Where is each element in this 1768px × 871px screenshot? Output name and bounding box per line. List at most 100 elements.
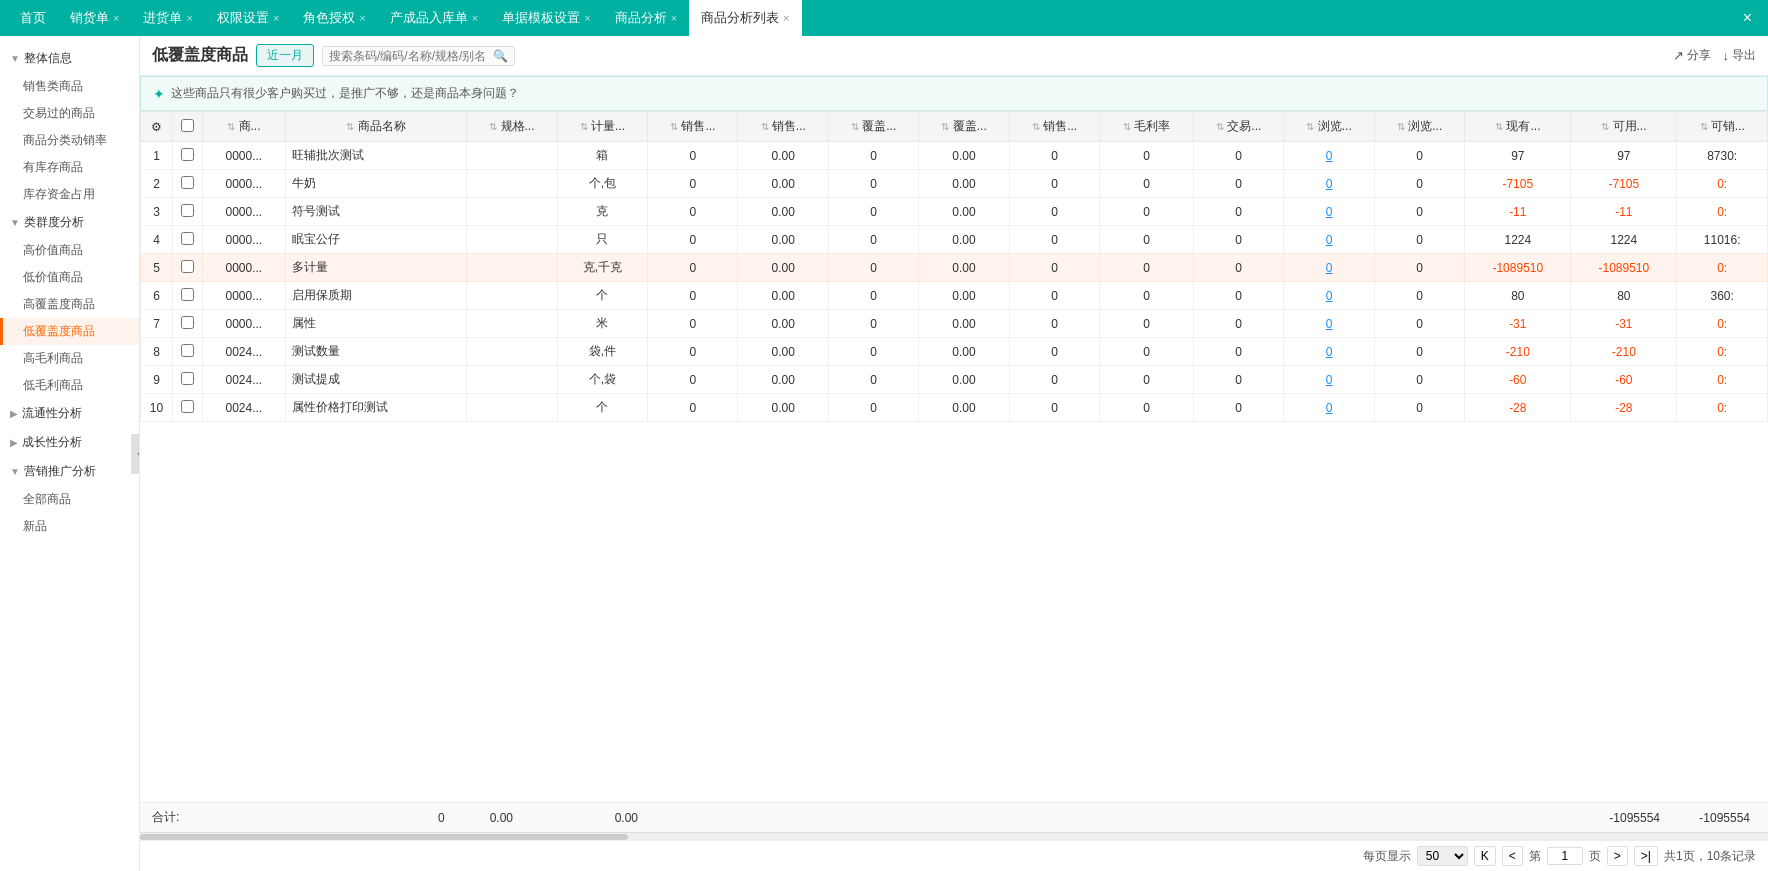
cell-trade: 0 <box>1193 310 1283 338</box>
sidebar-item-high-coverage[interactable]: 高覆盖度商品 <box>0 291 139 318</box>
row-checkbox[interactable] <box>181 316 194 329</box>
export-button[interactable]: ↓ 导出 <box>1723 47 1757 64</box>
cell-browse1[interactable]: 0 <box>1284 282 1374 310</box>
cell-browse1[interactable]: 0 <box>1284 170 1374 198</box>
th-settings[interactable]: ⚙ <box>141 112 173 142</box>
time-filter-button[interactable]: 近一月 <box>256 44 314 67</box>
sidebar-item-category-rate[interactable]: 商品分类动销率 <box>0 127 139 154</box>
th-browse1[interactable]: ⇅ 浏览... <box>1284 112 1374 142</box>
horizontal-scrollbar[interactable] <box>140 832 1768 840</box>
sidebar-item-low-value[interactable]: 低价值商品 <box>0 264 139 291</box>
cell-checkbox[interactable] <box>173 170 203 198</box>
nav-goods-list-close[interactable]: × <box>783 12 789 24</box>
nav-sales-order[interactable]: 销货单 × <box>58 0 131 36</box>
th-sales3[interactable]: ⇅ 销售... <box>1009 112 1099 142</box>
th-sales1[interactable]: ⇅ 销售... <box>648 112 738 142</box>
sidebar-collapse-button[interactable]: « <box>131 434 140 474</box>
th-code[interactable]: ⇅ 商... <box>203 112 286 142</box>
cell-browse1[interactable]: 0 <box>1284 142 1374 170</box>
th-spec[interactable]: ⇅ 规格... <box>467 112 557 142</box>
sidebar-item-new-goods[interactable]: 新品 <box>0 513 139 540</box>
nav-role-close[interactable]: × <box>359 12 365 24</box>
row-checkbox[interactable] <box>181 204 194 217</box>
cell-browse1[interactable]: 0 <box>1284 226 1374 254</box>
cell-checkbox[interactable] <box>173 282 203 310</box>
share-button[interactable]: ↗ 分享 <box>1673 47 1711 64</box>
last-page-button[interactable]: >| <box>1634 846 1658 866</box>
sidebar-section-marketing[interactable]: ▼ 营销推广分析 <box>0 457 139 486</box>
sidebar-item-traded-goods[interactable]: 交易过的商品 <box>0 100 139 127</box>
nav-sales-close[interactable]: × <box>113 12 119 24</box>
sidebar-section-cluster[interactable]: ▼ 类群度分析 <box>0 208 139 237</box>
nav-goods-analysis-close[interactable]: × <box>671 12 677 24</box>
cell-browse1[interactable]: 0 <box>1284 198 1374 226</box>
cell-sales1: 0 <box>648 394 738 422</box>
row-checkbox[interactable] <box>181 176 194 189</box>
cell-checkbox[interactable] <box>173 198 203 226</box>
sidebar-item-stock-capital[interactable]: 库存资金占用 <box>0 181 139 208</box>
cell-checkbox[interactable] <box>173 338 203 366</box>
th-trade[interactable]: ⇅ 交易... <box>1193 112 1283 142</box>
sidebar-section-overall[interactable]: ▼ 整体信息 <box>0 44 139 73</box>
nav-template-settings[interactable]: 单据模板设置 × <box>490 0 602 36</box>
next-page-button[interactable]: > <box>1607 846 1628 866</box>
cell-checkbox[interactable] <box>173 254 203 282</box>
th-stock3[interactable]: ⇅ 可销... <box>1677 112 1768 142</box>
sidebar-item-all-goods[interactable]: 全部商品 <box>0 486 139 513</box>
search-input[interactable] <box>329 49 489 63</box>
sidebar-item-low-margin[interactable]: 低毛利商品 <box>0 372 139 399</box>
row-checkbox[interactable] <box>181 344 194 357</box>
th-cover2[interactable]: ⇅ 覆盖... <box>919 112 1009 142</box>
window-close-button[interactable]: × <box>1735 9 1760 27</box>
nav-goods-analysis-list[interactable]: 商品分析列表 × <box>689 0 801 36</box>
nav-template-close[interactable]: × <box>584 12 590 24</box>
nav-purchase-order[interactable]: 进货单 × <box>131 0 204 36</box>
th-stock2[interactable]: ⇅ 可用... <box>1571 112 1677 142</box>
nav-product-close[interactable]: × <box>472 12 478 24</box>
th-unit[interactable]: ⇅ 计量... <box>557 112 647 142</box>
nav-home[interactable]: 首页 <box>8 0 58 36</box>
search-icon[interactable]: 🔍 <box>493 49 508 63</box>
th-cover1[interactable]: ⇅ 覆盖... <box>828 112 918 142</box>
sidebar-item-sales-goods[interactable]: 销售类商品 <box>0 73 139 100</box>
cell-checkbox[interactable] <box>173 310 203 338</box>
row-checkbox[interactable] <box>181 232 194 245</box>
select-all-checkbox[interactable] <box>181 119 194 132</box>
prev-page-button[interactable]: < <box>1502 846 1523 866</box>
cell-browse1[interactable]: 0 <box>1284 366 1374 394</box>
th-sales2[interactable]: ⇅ 销售... <box>738 112 828 142</box>
sidebar-item-high-margin[interactable]: 高毛利商品 <box>0 345 139 372</box>
cell-browse1[interactable]: 0 <box>1284 254 1374 282</box>
sidebar-item-in-stock[interactable]: 有库存商品 <box>0 154 139 181</box>
sidebar-section-growth[interactable]: ▶ 成长性分析 <box>0 428 139 457</box>
nav-purchase-close[interactable]: × <box>186 12 192 24</box>
sidebar-item-high-value[interactable]: 高价值商品 <box>0 237 139 264</box>
th-gross[interactable]: ⇅ 毛利率 <box>1100 112 1194 142</box>
cell-checkbox[interactable] <box>173 226 203 254</box>
row-checkbox[interactable] <box>181 372 194 385</box>
nav-role-auth[interactable]: 角色授权 × <box>291 0 377 36</box>
th-stock1[interactable]: ⇅ 现有... <box>1465 112 1571 142</box>
page-number-input[interactable] <box>1547 847 1583 865</box>
cell-browse1[interactable]: 0 <box>1284 310 1374 338</box>
th-browse2[interactable]: ⇅ 浏览... <box>1374 112 1464 142</box>
row-checkbox[interactable] <box>181 260 194 273</box>
cell-checkbox[interactable] <box>173 366 203 394</box>
row-checkbox[interactable] <box>181 400 194 413</box>
th-checkbox[interactable] <box>173 112 203 142</box>
cell-browse1[interactable]: 0 <box>1284 394 1374 422</box>
sidebar-item-low-coverage[interactable]: 低覆盖度商品 <box>0 318 139 345</box>
cell-checkbox[interactable] <box>173 394 203 422</box>
cell-checkbox[interactable] <box>173 142 203 170</box>
first-page-button[interactable]: K <box>1474 846 1496 866</box>
th-name[interactable]: ⇅ 商品名称 <box>285 112 466 142</box>
sidebar-section-circulation[interactable]: ▶ 流通性分析 <box>0 399 139 428</box>
nav-goods-analysis[interactable]: 商品分析 × <box>603 0 689 36</box>
page-size-select[interactable]: 50 20 100 <box>1417 846 1468 866</box>
nav-permission-close[interactable]: × <box>273 12 279 24</box>
nav-permission[interactable]: 权限设置 × <box>205 0 291 36</box>
row-checkbox[interactable] <box>181 148 194 161</box>
cell-browse1[interactable]: 0 <box>1284 338 1374 366</box>
nav-product-inbound[interactable]: 产成品入库单 × <box>378 0 490 36</box>
row-checkbox[interactable] <box>181 288 194 301</box>
